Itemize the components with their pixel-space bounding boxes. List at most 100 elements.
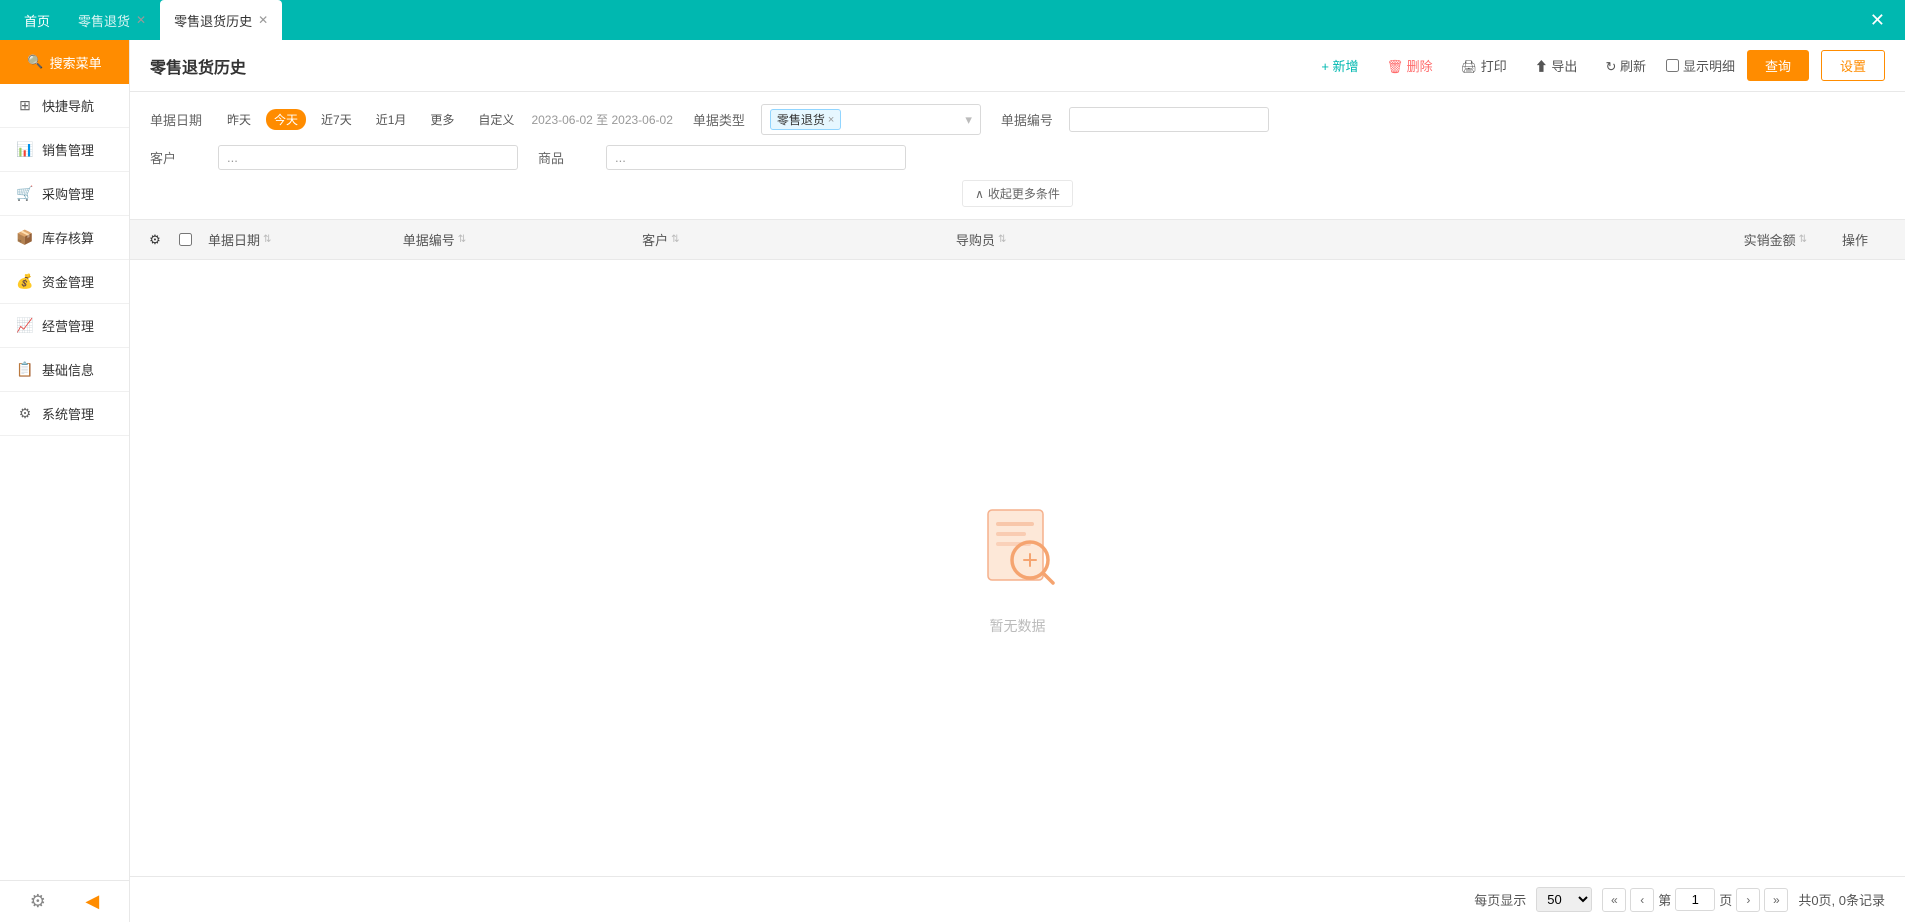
customer-input[interactable]: ...: [218, 145, 518, 170]
sidebar-item-purchase-mgmt-label: 采购管理: [42, 184, 94, 203]
bill-type-select[interactable]: 零售退货 × ▾: [761, 104, 981, 135]
collapse-up-icon: ∧: [975, 187, 984, 201]
system-icon: ⚙: [16, 405, 34, 423]
window-close-button[interactable]: ✕: [1860, 10, 1895, 31]
sidebar-item-system[interactable]: ⚙ 系统管理: [0, 392, 129, 436]
display-detail-label: 显示明细: [1683, 56, 1735, 75]
th-customer[interactable]: 客户 ⇅: [634, 230, 948, 249]
date-btn-7days[interactable]: 近7天: [312, 108, 361, 131]
delete-button[interactable]: 🗑 删除: [1379, 52, 1441, 79]
add-button[interactable]: + 新增: [1313, 52, 1366, 79]
collapse-button[interactable]: ∧ 收起更多条件: [962, 180, 1073, 207]
sidebar-item-finance-label: 资金管理: [42, 272, 94, 291]
date-btn-today[interactable]: 今天: [266, 109, 306, 130]
bill-type-filter: 单据类型 零售退货 × ▾: [693, 104, 981, 135]
next-page-button[interactable]: ›: [1736, 888, 1760, 912]
th-guide-label: 导购员: [956, 230, 995, 249]
refresh-button[interactable]: ↻ 刷新: [1597, 52, 1654, 79]
bill-type-tag-close[interactable]: ×: [828, 114, 834, 126]
inventory-icon: 📦: [16, 229, 34, 247]
goods-label: 商品: [538, 148, 598, 167]
sidebar-item-quick-nav[interactable]: ⊞ 快捷导航: [0, 84, 129, 128]
tab-home[interactable]: 首页: [10, 0, 64, 40]
th-amount[interactable]: 实销金额 ⇅: [1650, 230, 1815, 249]
empty-state: 暂无数据: [130, 260, 1905, 876]
collapse-label: 收起更多条件: [988, 185, 1060, 202]
sidebar-item-purchase-mgmt[interactable]: 🛒 采购管理: [0, 172, 129, 216]
sidebar-item-finance[interactable]: 💰 资金管理: [0, 260, 129, 304]
empty-icon: [968, 500, 1068, 600]
tab-retail-return-history-label: 零售退货历史: [174, 11, 252, 30]
content-area: 零售退货历史 + 新增 🗑 删除 🖨 打印 ⬆ 导出 ↻ 刷新 显示明细 查询 …: [130, 40, 1905, 922]
sidebar-item-operations[interactable]: 📈 经营管理: [0, 304, 129, 348]
customer-filter: 客户 ...: [150, 145, 518, 170]
query-button[interactable]: 查询: [1747, 50, 1809, 81]
sidebar-item-operations-label: 经营管理: [42, 316, 94, 335]
customer-ellipsis: ...: [227, 150, 238, 165]
bill-no-label: 单据编号: [1001, 110, 1061, 129]
sidebar-item-quick-nav-label: 快捷导航: [42, 96, 94, 115]
sidebar-item-base-info-label: 基础信息: [42, 360, 94, 379]
sort-amount-icon: ⇅: [1799, 234, 1807, 245]
page-header: 零售退货历史 + 新增 🗑 删除 🖨 打印 ⬆ 导出 ↻ 刷新 显示明细 查询 …: [130, 40, 1905, 92]
th-action-label: 操作: [1842, 230, 1868, 249]
th-bill-no-label: 单据编号: [403, 230, 455, 249]
purchase-icon: 🛒: [16, 185, 34, 203]
date-btn-custom[interactable]: 自定义: [469, 108, 523, 131]
prev-page-button[interactable]: ‹: [1630, 888, 1654, 912]
finance-icon: 💰: [16, 273, 34, 291]
sidebar-item-sales-mgmt[interactable]: 📊 销售管理: [0, 128, 129, 172]
bill-type-tag-value: 零售退货: [777, 111, 825, 128]
goods-filter: 商品 ...: [538, 145, 906, 170]
quick-nav-icon: ⊞: [16, 97, 34, 115]
th-settings[interactable]: ⚙: [140, 232, 170, 248]
sidebar-item-base-info[interactable]: 📋 基础信息: [0, 348, 129, 392]
bill-no-input[interactable]: [1069, 107, 1269, 132]
column-settings-icon[interactable]: ⚙: [149, 232, 161, 248]
date-range: 2023-06-02 至 2023-06-02: [531, 111, 672, 128]
date-label: 单据日期: [150, 110, 210, 129]
per-page-select[interactable]: 10 20 50 100: [1536, 887, 1592, 912]
settings-icon[interactable]: ⚙: [30, 891, 46, 912]
first-page-button[interactable]: «: [1602, 888, 1626, 912]
th-bill-no[interactable]: 单据编号 ⇅: [395, 230, 634, 249]
th-guide[interactable]: 导购员 ⇅: [948, 230, 1187, 249]
customer-label: 客户: [150, 148, 210, 167]
last-page-button[interactable]: »: [1764, 888, 1788, 912]
goods-input[interactable]: ...: [606, 145, 906, 170]
total-text: 共0页, 0条记录: [1798, 890, 1885, 909]
export-button[interactable]: ⬆ 导出: [1527, 52, 1586, 79]
th-action: 操作: [1815, 230, 1895, 249]
header-actions: + 新增 🗑 删除 🖨 打印 ⬆ 导出 ↻ 刷新 显示明细 查询 设置: [1313, 50, 1885, 81]
bill-type-label: 单据类型: [693, 110, 753, 129]
date-options: 昨天 今天 近7天 近1月 更多 自定义: [218, 108, 523, 131]
page-input[interactable]: [1675, 888, 1715, 911]
tab-retail-return-history[interactable]: 零售退货历史 ✕: [160, 0, 282, 40]
sidebar-search[interactable]: 🔍 搜索菜单: [0, 40, 129, 84]
date-btn-1month[interactable]: 近1月: [367, 108, 416, 131]
display-detail-toggle[interactable]: 显示明细: [1666, 56, 1735, 75]
tab-retail-return-close[interactable]: ✕: [136, 13, 146, 27]
sort-guide-icon: ⇅: [998, 234, 1006, 245]
bill-type-dropdown-icon: ▾: [965, 112, 972, 128]
tab-retail-return-history-close[interactable]: ✕: [258, 13, 268, 27]
tab-retail-return[interactable]: 零售退货 ✕: [64, 0, 160, 40]
setting-button[interactable]: 设置: [1821, 50, 1885, 81]
th-bill-date[interactable]: 单据日期 ⇅: [200, 230, 395, 249]
print-button[interactable]: 🖨 打印: [1453, 52, 1515, 79]
tab-retail-return-label: 零售退货: [78, 11, 130, 30]
sidebar-item-inventory-label: 库存核算: [42, 228, 94, 247]
date-btn-yesterday[interactable]: 昨天: [218, 108, 260, 131]
top-bar: 首页 零售退货 ✕ 零售退货历史 ✕ ✕: [0, 0, 1905, 40]
date-btn-more[interactable]: 更多: [421, 108, 463, 131]
sidebar-search-label: 搜索菜单: [50, 53, 102, 72]
display-detail-checkbox[interactable]: [1666, 59, 1679, 72]
empty-text: 暂无数据: [990, 616, 1046, 636]
sidebar-item-inventory[interactable]: 📦 库存核算: [0, 216, 129, 260]
table-area: ⚙ 单据日期 ⇅ 单据编号 ⇅ 客户 ⇅ 导购员: [130, 220, 1905, 876]
operations-icon: 📈: [16, 317, 34, 335]
collapse-sidebar-icon[interactable]: ◀: [85, 891, 99, 912]
th-checkbox[interactable]: [170, 233, 200, 246]
select-all-checkbox[interactable]: [179, 233, 192, 246]
th-bill-date-label: 单据日期: [208, 230, 260, 249]
